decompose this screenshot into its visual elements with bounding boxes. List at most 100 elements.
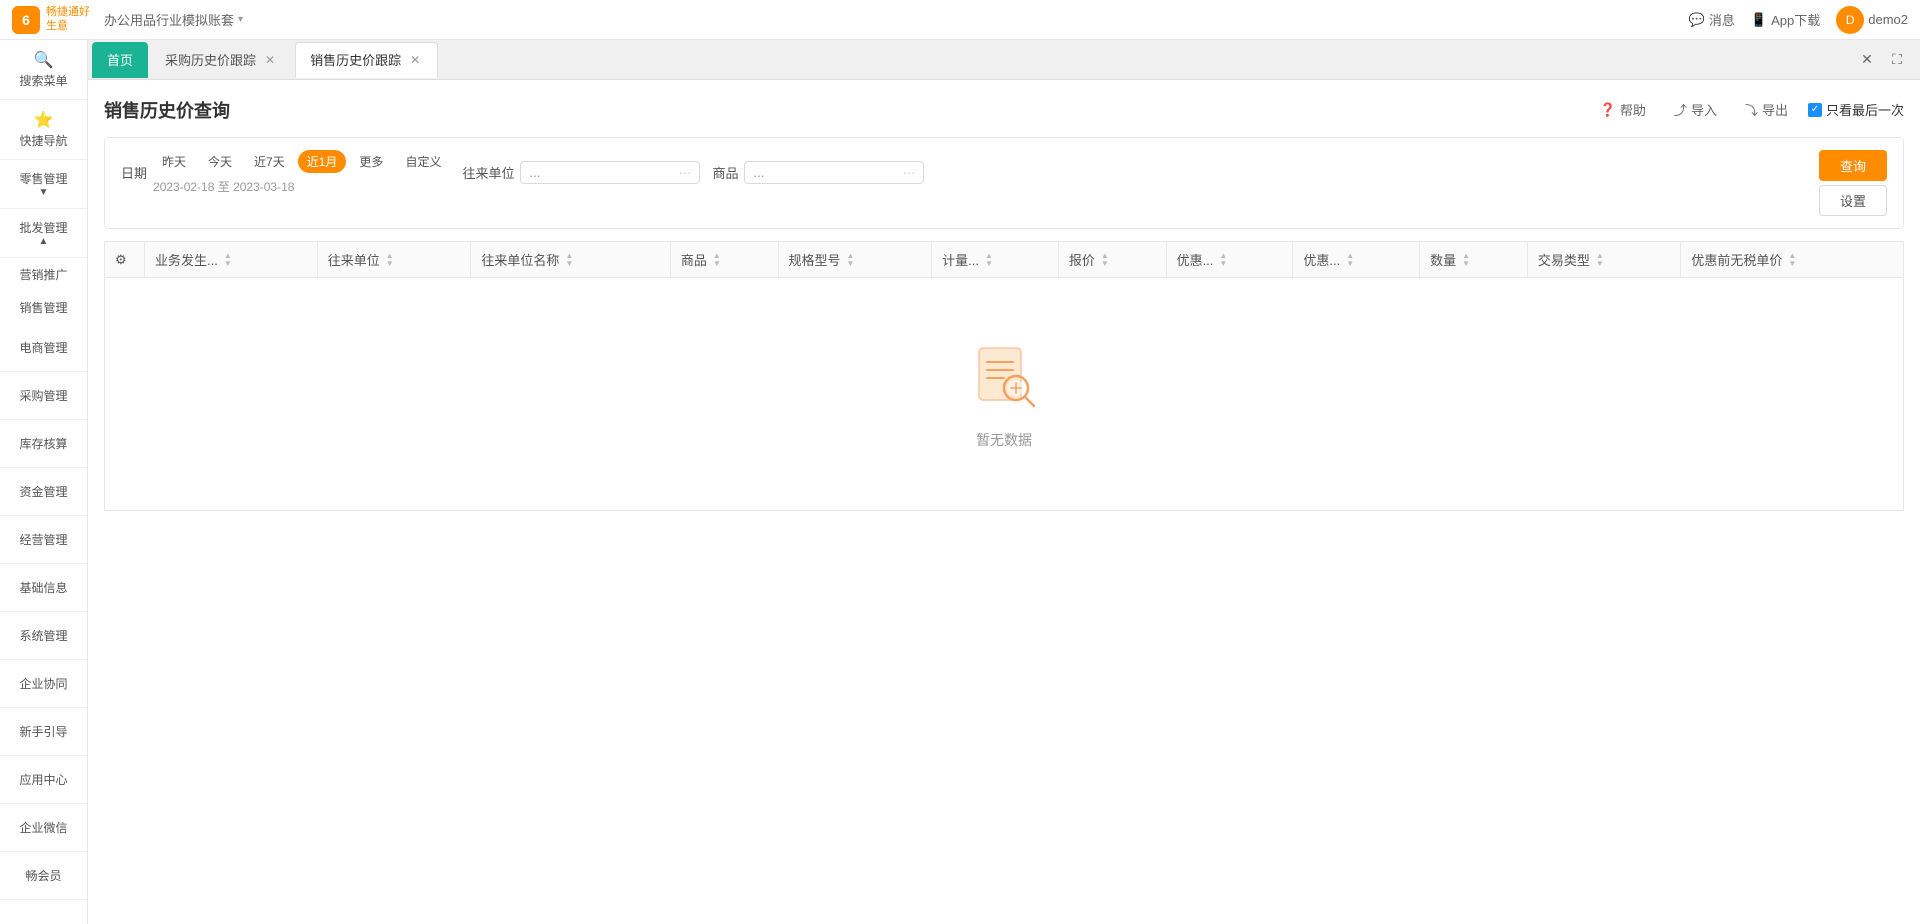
date-btn-last7days[interactable]: 近7天 [245, 150, 294, 173]
export-btn[interactable]: ⤵ 导出 [1737, 96, 1796, 123]
sidebar-item-wholesale-mgmt[interactable]: 批发管理 ▲ [0, 209, 87, 258]
import-btn[interactable]: ⤴ 导入 [1666, 96, 1725, 123]
import-icon: ⤴ [1674, 100, 1687, 119]
sidebar-item-ecom-mgmt[interactable]: 电商管理 [0, 324, 87, 372]
product-filter-input[interactable]: ... ··· [744, 161, 924, 184]
sidebar-item-finance[interactable]: 资金管理 [0, 468, 87, 516]
sidebar-item-enterprise[interactable]: 企业协同 [0, 660, 87, 708]
sidebar-item-sales-mgmt[interactable]: 销售管理 [0, 291, 87, 324]
date-btn-group: 昨天 今天 近7天 近1月 更多 自定义 [153, 150, 450, 173]
col-unit[interactable]: 计量... ▲▼ [932, 242, 1059, 278]
col-spec[interactable]: 规格型号 ▲▼ [778, 242, 932, 278]
tab-close-all-btn[interactable]: ✕ [1856, 49, 1878, 71]
col-counterpart-name[interactable]: 往来单位名称 ▲▼ [471, 242, 671, 278]
user-area[interactable]: D demo2 [1836, 6, 1908, 34]
sort-discount2-icon: ▲▼ [1346, 252, 1354, 268]
sort-unit-icon: ▲▼ [985, 252, 993, 268]
sort-product-icon: ▲▼ [713, 252, 721, 268]
tab-maximize-btn[interactable]: ⛶ [1886, 49, 1908, 71]
quick-nav-icon: ⭐ [34, 110, 54, 130]
date-filter-label: 日期 [121, 163, 147, 182]
query-button[interactable]: 查询 [1819, 150, 1887, 181]
col-pretax-price[interactable]: 优惠前无税单价 ▲▼ [1681, 242, 1904, 278]
col-counterpart-code[interactable]: 往来单位 ▲▼ [317, 242, 471, 278]
filter-bar: 日期 昨天 今天 近7天 近1月 更多 自定义 2023-02-18 至 202… [104, 137, 1904, 229]
date-btn-today[interactable]: 今天 [199, 150, 241, 173]
user-avatar: D [1836, 6, 1864, 34]
col-trade-type[interactable]: 交易类型 ▲▼ [1527, 242, 1681, 278]
sort-quantity-icon: ▲▼ [1462, 252, 1470, 268]
wholesale-arrow-icon: ▲ [39, 236, 49, 247]
sidebar-item-sys-mgmt[interactable]: 系统管理 [0, 612, 87, 660]
sidebar-item-purchase-mgmt[interactable]: 采购管理 [0, 372, 87, 420]
page-title: 销售历史价查询 [104, 97, 230, 123]
tab-sales-history-close[interactable]: ✕ [407, 52, 423, 68]
sort-discount1-icon: ▲▼ [1219, 252, 1227, 268]
product-filter-dots-icon: ··· [902, 165, 915, 180]
col-biz-date[interactable]: 业务发生... ▲▼ [145, 242, 318, 278]
tab-purchase-history-close[interactable]: ✕ [262, 52, 278, 68]
main-layout: 🔍 搜索菜单 ⭐ 快捷导航 零售管理 ▼ 批发管理 ▲ 营销推广 销售管理 电商… [0, 40, 1920, 924]
page-actions: ❓ 帮助 ⤴ 导入 ⤵ 导出 ✓ 只看最后一次 [1592, 96, 1904, 123]
logo-area: 6 畅捷通好生意 [12, 6, 96, 34]
sort-counterpart-code-icon: ▲▼ [386, 252, 394, 268]
sidebar: 🔍 搜索菜单 ⭐ 快捷导航 零售管理 ▼ 批发管理 ▲ 营销推广 销售管理 电商… [0, 40, 88, 924]
message-btn[interactable]: 💬 消息 [1689, 10, 1735, 29]
sort-spec-icon: ▲▼ [847, 252, 855, 268]
app-logo-icon: 6 [12, 6, 40, 34]
counterpart-filter-placeholder: ... [529, 165, 540, 180]
product-filter-placeholder: ... [753, 165, 764, 180]
tab-sales-history[interactable]: 销售历史价跟踪 ✕ [295, 42, 438, 78]
sort-pretax-price-icon: ▲▼ [1788, 252, 1796, 268]
sidebar-item-new-guide[interactable]: 新手引导 [0, 708, 87, 756]
tab-purchase-history[interactable]: 采购历史价跟踪 ✕ [150, 42, 293, 78]
counterpart-filter-dots-icon: ··· [678, 165, 691, 180]
counterpart-filter-input[interactable]: ... ··· [520, 161, 700, 184]
sort-biz-date-icon: ▲▼ [224, 252, 232, 268]
date-btn-last1month[interactable]: 近1月 [298, 150, 347, 173]
app-download-btn[interactable]: 📱 App下载 [1751, 10, 1820, 29]
col-discount1[interactable]: 优惠... ▲▼ [1166, 242, 1293, 278]
settings-icon: ⚙ [115, 252, 127, 267]
empty-text: 暂无数据 [976, 430, 1032, 450]
help-icon: ❓ [1600, 102, 1616, 118]
date-btn-custom[interactable]: 自定义 [396, 150, 450, 173]
sidebar-item-app-center[interactable]: 应用中心 [0, 756, 87, 804]
sidebar-item-search-menu[interactable]: 🔍 搜索菜单 [0, 40, 87, 100]
sort-trade-type-icon: ▲▼ [1596, 252, 1604, 268]
tab-home[interactable]: 首页 [92, 42, 148, 78]
app-logo-text: 畅捷通好生意 [46, 6, 96, 32]
col-price[interactable]: 报价 ▲▼ [1058, 242, 1166, 278]
sidebar-item-member[interactable]: 畅会员 [0, 852, 87, 900]
sidebar-item-corp-wechat[interactable]: 企业微信 [0, 804, 87, 852]
tab-bar: 首页 采购历史价跟踪 ✕ 销售历史价跟踪 ✕ ✕ ⛶ [88, 40, 1920, 80]
data-table: ⚙ 业务发生... ▲▼ 往来单位 [104, 241, 1904, 511]
counterpart-filter-label: 往来单位 [462, 163, 514, 182]
sidebar-item-retail-mgmt[interactable]: 零售管理 ▼ [0, 160, 87, 209]
sidebar-item-quick-nav[interactable]: ⭐ 快捷导航 [0, 100, 87, 160]
settings-button[interactable]: 设置 [1819, 185, 1887, 216]
col-discount2[interactable]: 优惠... ▲▼ [1293, 242, 1420, 278]
only-latest-checkbox[interactable]: ✓ [1808, 103, 1822, 117]
date-btn-more[interactable]: 更多 [350, 150, 392, 173]
empty-icon [964, 338, 1044, 418]
help-btn[interactable]: ❓ 帮助 [1592, 96, 1654, 123]
product-filter-group: 商品 ... ··· [712, 161, 924, 184]
date-btn-yesterday[interactable]: 昨天 [153, 150, 195, 173]
product-filter-label: 商品 [712, 163, 738, 182]
header-left: 6 畅捷通好生意 办公用品行业模拟账套 ▾ [12, 6, 243, 34]
table-container: ⚙ 业务发生... ▲▼ 往来单位 [104, 241, 1904, 511]
header-app-title[interactable]: 办公用品行业模拟账套 ▾ [104, 10, 243, 29]
sidebar-item-inventory[interactable]: 库存核算 [0, 420, 87, 468]
sidebar-item-operations[interactable]: 经营管理 [0, 516, 87, 564]
search-menu-icon: 🔍 [34, 50, 54, 70]
empty-state-row: 暂无数据 [105, 278, 1904, 511]
col-quantity[interactable]: 数量 ▲▼ [1420, 242, 1528, 278]
only-latest-checkbox-label[interactable]: ✓ 只看最后一次 [1808, 100, 1904, 119]
col-product[interactable]: 商品 ▲▼ [670, 242, 778, 278]
sidebar-item-basics[interactable]: 基础信息 [0, 564, 87, 612]
col-settings[interactable]: ⚙ [105, 242, 145, 278]
tab-bar-actions: ✕ ⛶ [1856, 49, 1916, 71]
sidebar-item-marketing[interactable]: 营销推广 [0, 258, 87, 291]
filter-row: 日期 昨天 今天 近7天 近1月 更多 自定义 2023-02-18 至 202… [121, 150, 1803, 195]
